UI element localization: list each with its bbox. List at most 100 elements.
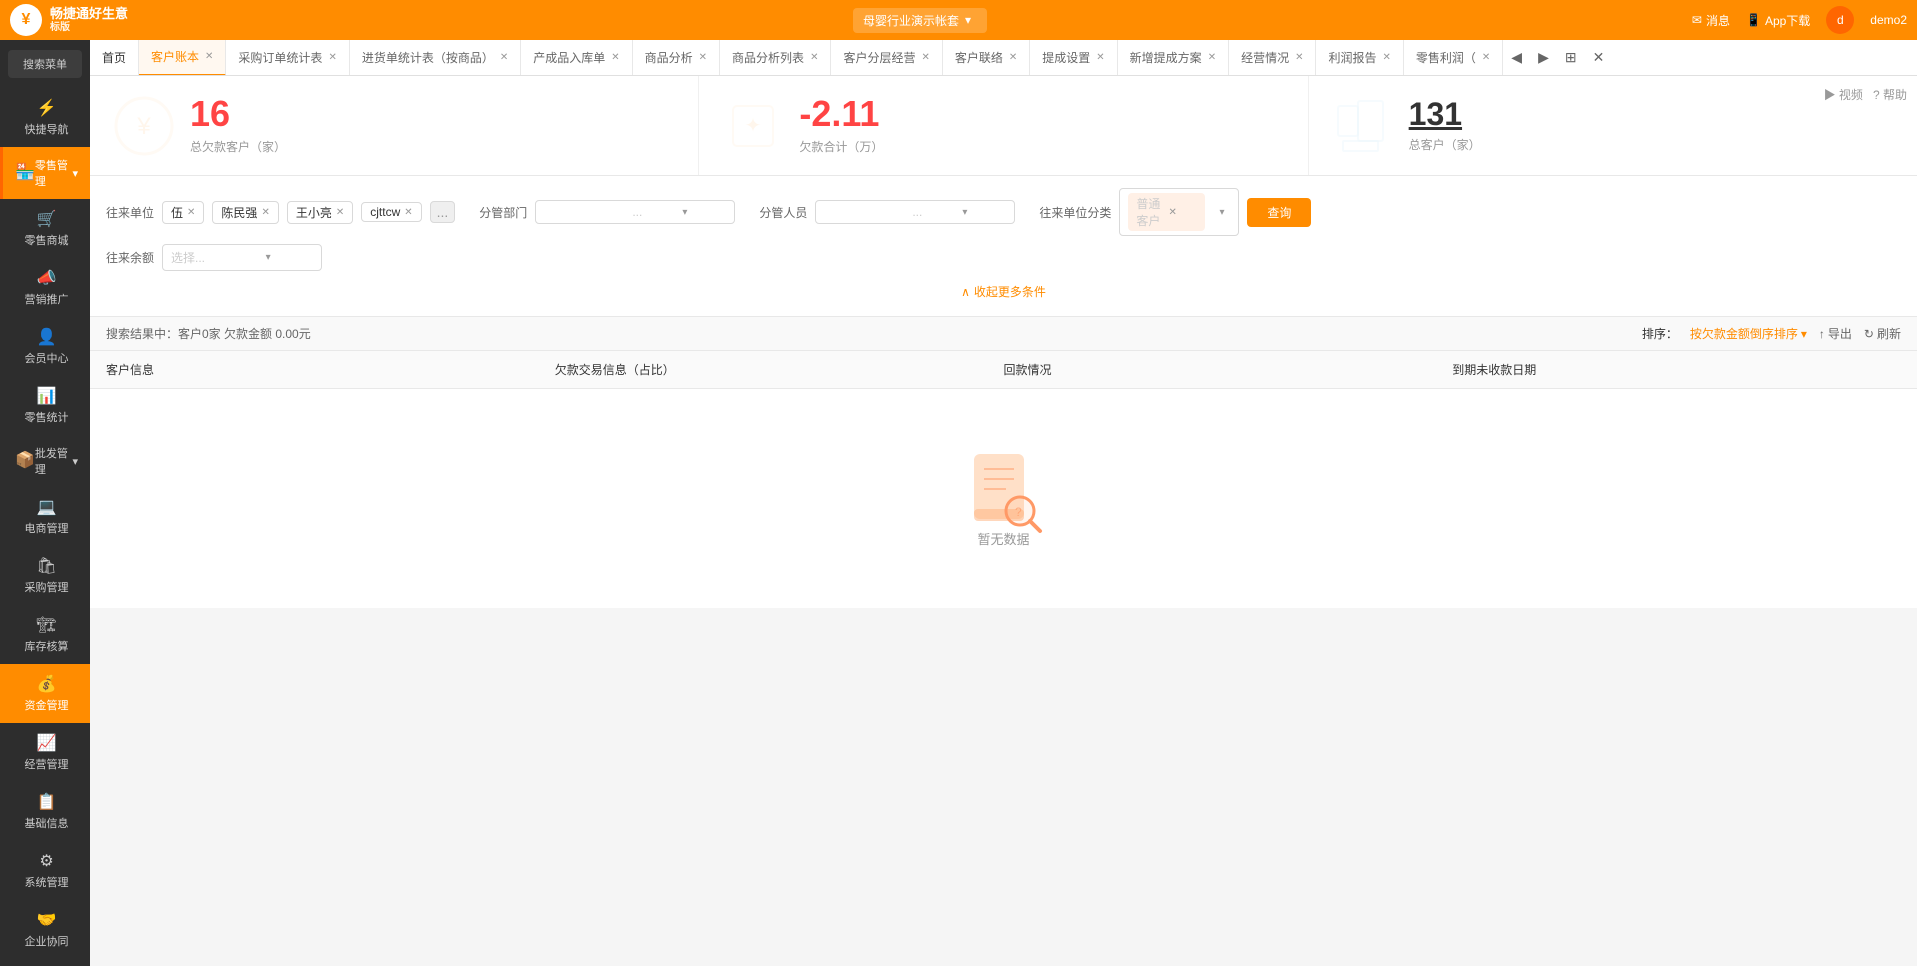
unit-category-tag-close[interactable]: ✕ <box>1169 207 1197 218</box>
tab-purchase-order-stats[interactable]: 采购订单统计表 ✕ <box>226 40 349 76</box>
logo-sub: 标版 <box>50 22 128 34</box>
marketing-label: 营销推广 <box>25 291 69 307</box>
balance-select[interactable]: 选择... ▾ <box>162 244 322 271</box>
summary-card2-content: -2.11 欠款合计（万） <box>799 96 883 155</box>
logo-symbol: ¥ <box>22 11 31 29</box>
store-chevron-icon: ▾ <box>965 13 971 27</box>
message-btn[interactable]: ✉ 消息 <box>1692 12 1730 29</box>
tab-nav-right[interactable]: ▶ <box>1530 49 1557 66</box>
tab-inventory-close[interactable]: ✕ <box>500 52 508 63</box>
query-btn[interactable]: 查询 <box>1247 198 1311 227</box>
member-center-label: 会员中心 <box>25 350 69 366</box>
help-btn[interactable]: ? 帮助 <box>1873 86 1907 103</box>
balance-chevron-icon: ▾ <box>266 252 313 263</box>
basic-info-label: 基础信息 <box>25 815 69 831</box>
inventory-icon: 🏗 <box>36 615 56 635</box>
ecommerce-icon: 💻 <box>37 497 57 517</box>
tab-product-analysis-label: 商品分析 <box>645 49 693 66</box>
store-selector[interactable]: 母婴行业演示帐套 ▾ <box>853 8 987 33</box>
branch-dept-select[interactable]: ... ▾ <box>535 200 735 224</box>
tab-purchase-order-close[interactable]: ✕ <box>328 52 336 63</box>
tab-nav-left[interactable]: ◀ <box>1503 49 1530 66</box>
sidebar-item-retail-stats[interactable]: 📊 零售统计 <box>0 376 90 435</box>
tab-new-raise-plan-close[interactable]: ✕ <box>1208 52 1216 63</box>
tab-customer-tier-close[interactable]: ✕ <box>921 52 929 63</box>
tab-customer-contact[interactable]: 客户联络 ✕ <box>943 40 1030 76</box>
sidebar-item-retail-mall[interactable]: 🛒 零售商城 <box>0 199 90 258</box>
content-area: 首页 客户账本 ✕ 采购订单统计表 ✕ 进货单统计表（按商品） ✕ 产成品入库单… <box>90 40 1917 966</box>
tab-product-analysis-list[interactable]: 商品分析列表 ✕ <box>720 40 831 76</box>
video-btn[interactable]: ▶ 视频 <box>1824 86 1863 103</box>
col-repayment: 回款情况 <box>1004 361 1453 378</box>
tab-new-raise-plan[interactable]: 新增提成方案 ✕ <box>1118 40 1229 76</box>
debt-amount-bg-icon: ✦ <box>723 96 783 156</box>
unit-category-tag[interactable]: 普通客户 ✕ <box>1128 193 1204 231</box>
sidebar-item-quick-nav[interactable]: ⚡ 快捷导航 <box>0 88 90 147</box>
tab-home[interactable]: 首页 <box>90 40 139 76</box>
tab-product-analysis-close[interactable]: ✕ <box>699 52 707 63</box>
sidebar-item-wholesale-mgmt[interactable]: 📦 批发管理 ▾ <box>0 435 90 487</box>
filter-tag-cjttcw[interactable]: cjttcw ✕ <box>361 202 421 222</box>
tab-customer-tier[interactable]: 客户分层经营 ✕ <box>831 40 942 76</box>
filter-tag-wang-close[interactable]: ✕ <box>336 207 344 218</box>
tab-operation-status-close[interactable]: ✕ <box>1295 52 1303 63</box>
app-download-btn[interactable]: 📱 App下载 <box>1746 12 1810 29</box>
mobile-icon: 📱 <box>1746 13 1761 27</box>
tab-customer-book-label: 客户账本 <box>151 48 199 65</box>
sort-value: 按欠款金额倒序排序 <box>1690 325 1798 342</box>
sidebar-item-inventory[interactable]: 🏗 库存核算 <box>0 605 90 664</box>
tab-raise-settings-close[interactable]: ✕ <box>1096 52 1104 63</box>
branch-person-select[interactable]: ... ▾ <box>815 200 1015 224</box>
tab-production-close[interactable]: ✕ <box>611 52 619 63</box>
search-menu-btn[interactable]: 搜索菜单 <box>8 50 82 78</box>
collapse-up-icon: ∧ <box>961 285 970 299</box>
sort-select[interactable]: 按欠款金额倒序排序 ▾ <box>1690 325 1807 342</box>
export-btn[interactable]: ↑ 导出 <box>1819 325 1852 342</box>
filter-tag-chen-close[interactable]: ✕ <box>261 207 269 218</box>
sidebar-item-system-mgmt[interactable]: ⚙ 系统管理 <box>0 841 90 900</box>
sidebar-item-basic-info[interactable]: 📋 基础信息 <box>0 782 90 841</box>
sidebar-item-member-center[interactable]: 👤 会员中心 <box>0 317 90 376</box>
filter-tags-more-btn[interactable]: ... <box>430 201 456 223</box>
tab-product-analysis[interactable]: 商品分析 ✕ <box>633 40 720 76</box>
total-customers-bg-icon <box>1333 96 1393 156</box>
tab-customer-book[interactable]: 客户账本 ✕ <box>139 40 226 76</box>
logo-main: 畅捷通好生意 <box>50 6 128 22</box>
sidebar-item-ecommerce[interactable]: 💻 电商管理 <box>0 487 90 546</box>
filter-tag-wu[interactable]: 伍 ✕ <box>162 201 204 224</box>
sidebar-item-fund-mgmt[interactable]: 💰 资金管理 <box>0 664 90 723</box>
filter-tag-wang[interactable]: 王小亮 ✕ <box>287 201 353 224</box>
tab-raise-settings[interactable]: 提成设置 ✕ <box>1030 40 1117 76</box>
filter-tag-chen[interactable]: 陈民强 ✕ <box>212 201 278 224</box>
filter-tag-cjttcw-close[interactable]: ✕ <box>404 207 412 218</box>
sidebar-item-marketing[interactable]: 📣 营销推广 <box>0 258 90 317</box>
sidebar-item-purchase[interactable]: 🛍 采购管理 <box>0 546 90 605</box>
tab-production-input[interactable]: 产成品入库单 ✕ <box>521 40 632 76</box>
tab-retail-profit[interactable]: 零售利润（ ✕ <box>1404 40 1503 76</box>
sort-chevron-icon: ▾ <box>1801 327 1807 341</box>
total-customers-number: 131 <box>1409 98 1481 130</box>
tab-customer-book-close[interactable]: ✕ <box>205 51 213 62</box>
tab-retail-profit-close[interactable]: ✕ <box>1482 52 1490 63</box>
tab-customer-contact-close[interactable]: ✕ <box>1009 52 1017 63</box>
sidebar-item-operation-mgmt[interactable]: 📈 经营管理 <box>0 723 90 782</box>
sidebar-item-new-user-guide[interactable]: 🔰 新手引导 <box>0 959 90 966</box>
tab-profit-report[interactable]: 利润报告 ✕ <box>1316 40 1403 76</box>
sidebar-item-retail-mgmt[interactable]: 🏪 零售管理 ▾ <box>0 147 90 199</box>
tab-product-analysis-list-close[interactable]: ✕ <box>810 52 818 63</box>
results-info: 搜索结果中：客户0家 欠款金额 0.00元 <box>106 325 311 342</box>
tab-operation-status[interactable]: 经营情况 ✕ <box>1229 40 1316 76</box>
collapse-btn[interactable]: ∧ 收起更多条件 <box>957 279 1050 304</box>
refresh-btn[interactable]: ↻ 刷新 <box>1864 325 1901 342</box>
tab-profit-report-close[interactable]: ✕ <box>1383 52 1391 63</box>
ecommerce-label: 电商管理 <box>25 520 69 536</box>
tab-expand-btn[interactable]: ⊞ <box>1557 49 1585 66</box>
tab-close-all-btn[interactable]: ✕ <box>1585 49 1613 66</box>
unit-category-select[interactable]: 普通客户 ✕ ▾ <box>1119 188 1239 236</box>
system-mgmt-icon: ⚙ <box>39 851 53 871</box>
filter-tag-wu-close[interactable]: ✕ <box>187 207 195 218</box>
sidebar-item-enterprise-collab[interactable]: 🤝 企业协同 <box>0 900 90 959</box>
tab-inventory-stats[interactable]: 进货单统计表（按商品） ✕ <box>350 40 521 76</box>
debt-customers-bg-icon: ¥ <box>114 96 174 156</box>
user-avatar[interactable]: d <box>1826 6 1854 34</box>
